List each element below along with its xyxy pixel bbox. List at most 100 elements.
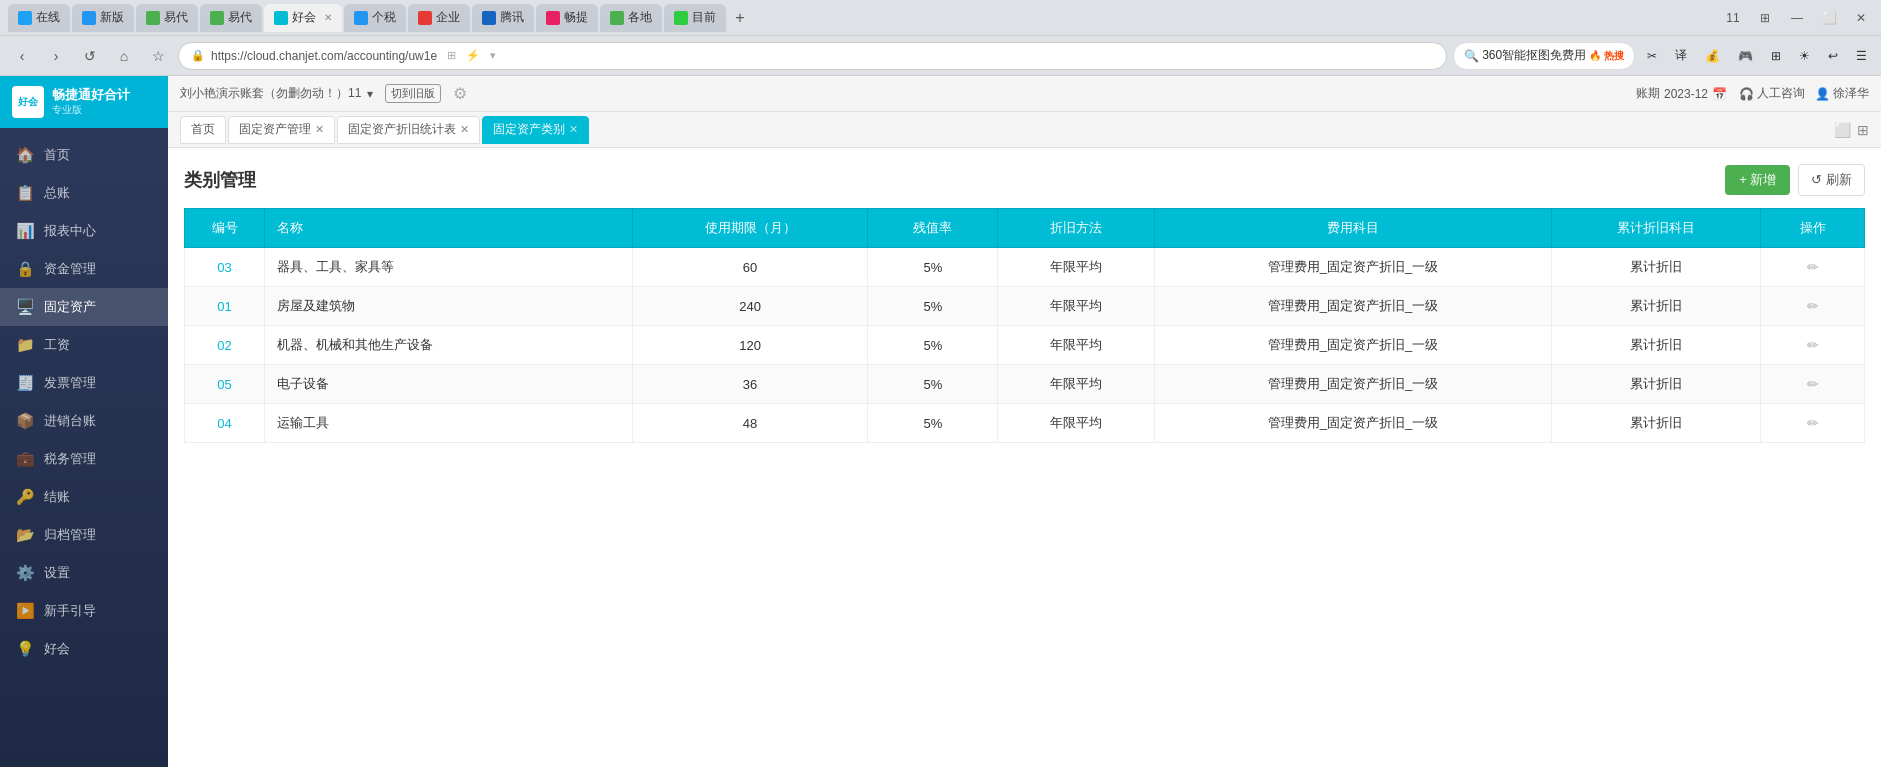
tab-close-icon[interactable]: ✕ — [569, 123, 578, 136]
row-edit-button[interactable]: ✏ — [1761, 287, 1865, 326]
edit-icon[interactable]: ✏ — [1807, 415, 1819, 431]
page-tab-category[interactable]: 固定资产类别 ✕ — [482, 116, 589, 144]
row-edit-button[interactable]: ✏ — [1761, 404, 1865, 443]
address-dropdown-icon[interactable]: ⊞ — [447, 49, 456, 62]
content-window-buttons: ⬜ ⊞ — [1834, 122, 1869, 138]
bookmark-button[interactable]: ☆ — [144, 42, 172, 70]
browser-tab-tengxun[interactable]: 腾讯 — [472, 4, 534, 32]
sidebar-item-close-account[interactable]: 🔑 结账 — [0, 478, 168, 516]
tab-favicon — [418, 11, 432, 25]
sidebar-item-ledger[interactable]: 📋 总账 — [0, 174, 168, 212]
calendar-icon[interactable]: 📅 — [1712, 87, 1727, 101]
window-controls: 11 ⊞ — ⬜ ✕ — [1721, 6, 1873, 30]
new-tab-button[interactable]: + — [728, 6, 752, 30]
sidebar-item-payroll[interactable]: 📁 工资 — [0, 326, 168, 364]
browser-tab-geeshui[interactable]: 个税 — [344, 4, 406, 32]
sidebar-item-archive[interactable]: 📂 归档管理 — [0, 516, 168, 554]
row-edit-button[interactable]: ✏ — [1761, 365, 1865, 404]
avatar-icon: 👤 — [1815, 87, 1830, 101]
settings-gear-button[interactable]: ⚙ — [453, 84, 467, 103]
back-button[interactable]: ‹ — [8, 42, 36, 70]
edit-icon[interactable]: ✏ — [1807, 376, 1819, 392]
sidebar-item-label: 资金管理 — [44, 260, 96, 278]
brightness-tool[interactable]: ☀ — [1793, 42, 1816, 70]
address-bar[interactable]: 🔒 https://cloud.chanjet.com/accounting/u… — [178, 42, 1447, 70]
browser-tab-haohui[interactable]: 好会 ✕ — [264, 4, 342, 32]
browser-tab-qiye[interactable]: 企业 — [408, 4, 470, 32]
dropdown-icon[interactable]: ▾ — [367, 87, 373, 101]
translate-tool[interactable]: 译 — [1669, 42, 1693, 70]
address-chevron-icon[interactable]: ▾ — [490, 49, 496, 62]
tab-close-icon[interactable]: ✕ — [315, 123, 324, 136]
window-expand-icon[interactable]: ⊞ — [1857, 122, 1869, 138]
sidebar-item-haohui[interactable]: 💡 好会 — [0, 630, 168, 668]
edit-icon[interactable]: ✏ — [1807, 259, 1819, 275]
row-expense: 管理费用_固定资产折旧_一级 — [1154, 287, 1551, 326]
address-bolt-icon[interactable]: ⚡ — [466, 49, 480, 62]
browser-tab-changte[interactable]: 畅提 — [536, 4, 598, 32]
user-info[interactable]: 刘小艳演示账套（勿删勿动！）11 ▾ — [180, 85, 373, 102]
row-method: 年限平均 — [998, 248, 1154, 287]
refresh-button[interactable]: ↺ — [76, 42, 104, 70]
sidebar-item-funds[interactable]: 🔒 资金管理 — [0, 250, 168, 288]
period-info: 账期 2023-12 📅 — [1636, 85, 1727, 102]
page-tab-fixed-assets-mgmt[interactable]: 固定资产管理 ✕ — [228, 116, 335, 144]
address-bar-row: ‹ › ↺ ⌂ ☆ 🔒 https://cloud.chanjet.com/ac… — [0, 36, 1881, 76]
page-tab-depreciation-stats[interactable]: 固定资产折旧统计表 ✕ — [337, 116, 480, 144]
row-code[interactable]: 02 — [185, 326, 265, 365]
refresh-button[interactable]: ↺ 刷新 — [1798, 164, 1865, 196]
row-method: 年限平均 — [998, 287, 1154, 326]
browser-tab-yidai2[interactable]: 易代 — [200, 4, 262, 32]
version-badge[interactable]: 切到旧版 — [385, 84, 441, 103]
row-code[interactable]: 05 — [185, 365, 265, 404]
consult-button[interactable]: 🎧 人工咨询 — [1739, 85, 1805, 102]
window-restore-button[interactable]: — — [1785, 6, 1809, 30]
game-tool[interactable]: 🎮 — [1732, 42, 1759, 70]
sidebar-item-reports[interactable]: 📊 报表中心 — [0, 212, 168, 250]
sidebar-item-guide[interactable]: ▶️ 新手引导 — [0, 592, 168, 630]
row-residual: 5% — [868, 287, 998, 326]
window-close-button[interactable]: ✕ — [1849, 6, 1873, 30]
grid-tool[interactable]: ⊞ — [1765, 42, 1787, 70]
sidebar-item-tax[interactable]: 💼 税务管理 — [0, 440, 168, 478]
row-code[interactable]: 04 — [185, 404, 265, 443]
sidebar-item-settings[interactable]: ⚙️ 设置 — [0, 554, 168, 592]
window-shrink-icon[interactable]: ⬜ — [1834, 122, 1851, 138]
tab-label: 固定资产管理 — [239, 121, 311, 138]
add-button[interactable]: + 新增 — [1725, 165, 1790, 195]
window-minimize-button[interactable]: 11 — [1721, 6, 1745, 30]
sidebar-item-purchases[interactable]: 📦 进销台账 — [0, 402, 168, 440]
browser-tab-mubiao[interactable]: 目前 — [664, 4, 726, 32]
browser-tab-gedi[interactable]: 各地 — [600, 4, 662, 32]
wallet-tool[interactable]: 💰 — [1699, 42, 1726, 70]
tab-close-icon[interactable]: ✕ — [324, 12, 332, 23]
menu-button[interactable]: ☰ — [1850, 42, 1873, 70]
tab-close-icon[interactable]: ✕ — [460, 123, 469, 136]
search-box[interactable]: 🔍 360智能抠图免费用 🔥 热搜 — [1453, 42, 1635, 70]
sidebar-logo[interactable]: 好会 畅捷通好合计 专业版 — [0, 76, 168, 128]
browser-tab-online[interactable]: 在线 — [8, 4, 70, 32]
sidebar-item-invoice[interactable]: 🧾 发票管理 — [0, 364, 168, 402]
row-edit-button[interactable]: ✏ — [1761, 248, 1865, 287]
row-code[interactable]: 01 — [185, 287, 265, 326]
sidebar-item-home[interactable]: 🏠 首页 — [0, 136, 168, 174]
row-code[interactable]: 03 — [185, 248, 265, 287]
scissors-tool[interactable]: ✂ — [1641, 42, 1663, 70]
browser-tab-new[interactable]: 新版 — [72, 4, 134, 32]
user-avatar[interactable]: 👤 徐泽华 — [1815, 85, 1869, 102]
home-button[interactable]: ⌂ — [110, 42, 138, 70]
forward-button[interactable]: › — [42, 42, 70, 70]
undo-tool[interactable]: ↩ — [1822, 42, 1844, 70]
close-account-icon: 🔑 — [16, 488, 34, 506]
edit-icon[interactable]: ✏ — [1807, 298, 1819, 314]
sidebar-item-label: 固定资产 — [44, 298, 96, 316]
page-tab-home[interactable]: 首页 — [180, 116, 226, 144]
browser-tab-yidai1[interactable]: 易代 — [136, 4, 198, 32]
window-tab-icon[interactable]: ⊞ — [1753, 6, 1777, 30]
tab-label: 新版 — [100, 9, 124, 26]
window-maximize-button[interactable]: ⬜ — [1817, 6, 1841, 30]
row-name: 机器、机械和其他生产设备 — [265, 326, 633, 365]
row-edit-button[interactable]: ✏ — [1761, 326, 1865, 365]
edit-icon[interactable]: ✏ — [1807, 337, 1819, 353]
sidebar-item-fixed-assets[interactable]: 🖥️ 固定资产 — [0, 288, 168, 326]
